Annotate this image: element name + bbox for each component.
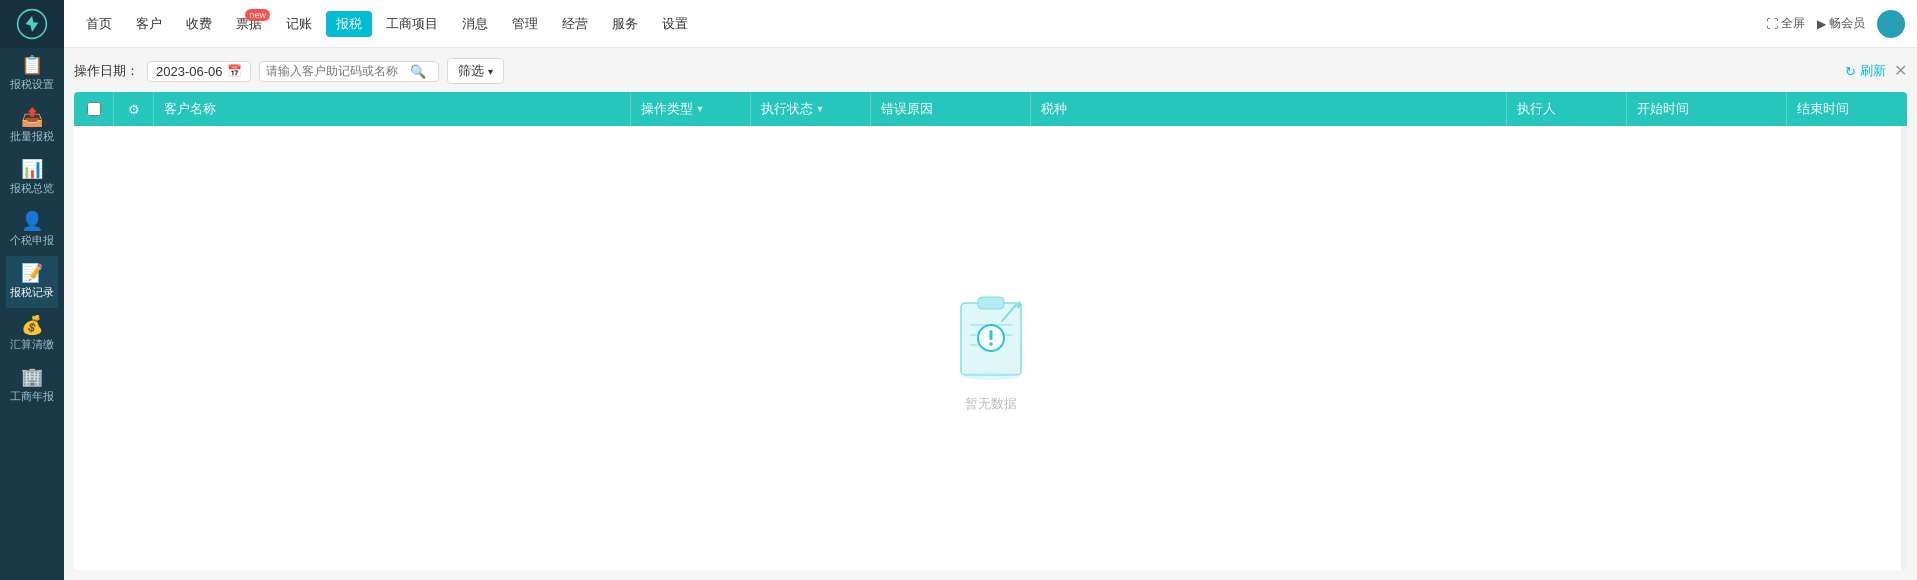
svg-rect-8: [989, 330, 992, 340]
sidebar-label-huisuan-jiaona: 汇算清缴: [10, 337, 54, 352]
main-area: 首页客户收费票据new记账报税工商项目消息管理经营服务设置 ⛶ 全屏 ▶ 畅会员…: [64, 0, 1917, 580]
top-navigation: 首页客户收费票据new记账报税工商项目消息管理经营服务设置 ⛶ 全屏 ▶ 畅会员: [64, 0, 1917, 48]
nav-item-shezhi[interactable]: 设置: [652, 11, 698, 37]
sidebar: 📋 报税设置 📤 批量报税 📊 报税总览 👤 个税申报 📝 报税记录 💰 汇算清缴 🏢 工商年报: [0, 0, 64, 580]
sidebar-icon-gesui-shenbao: 👤: [21, 212, 43, 230]
sidebar-label-baoshui-jilu: 报税记录: [10, 285, 54, 300]
sidebar-label-baoshui-shezhi: 报税设置: [10, 77, 54, 92]
refresh-icon: ↻: [1845, 64, 1856, 79]
member-icon: ▶: [1817, 17, 1826, 31]
empty-text: 暂无数据: [965, 395, 1017, 413]
member-label: 畅会员: [1829, 15, 1865, 32]
sidebar-item-huisuan-jiaona[interactable]: 💰 汇算清缴: [6, 308, 58, 360]
data-table: ⚙ 客户名称 操作类型 ▼ 执行状态 ▼ 错误原因 税种: [74, 92, 1907, 570]
nav-item-xiaoxi[interactable]: 消息: [452, 11, 498, 37]
sidebar-label-baoshui-zonglun: 报税总览: [10, 181, 54, 196]
nav-item-fuwu[interactable]: 服务: [602, 11, 648, 37]
content-area: 操作日期： 2023-06-06 📅 🔍 筛选 ▾ ↻ 刷新 ✕: [64, 48, 1917, 580]
sidebar-item-baoshui-shezhi[interactable]: 📋 报税设置: [6, 48, 58, 100]
th-caozuo-leixing[interactable]: 操作类型 ▼: [631, 92, 751, 126]
sidebar-item-gongshang-nianbao[interactable]: 🏢 工商年报: [6, 360, 58, 412]
search-input[interactable]: [266, 64, 406, 78]
nav-item-kehu[interactable]: 客户: [126, 11, 172, 37]
th-cuowu-yuanyin: 错误原因: [871, 92, 1031, 126]
nav-item-gongshang-xiangmu[interactable]: 工商项目: [376, 11, 448, 37]
nav-item-shouye[interactable]: 首页: [76, 11, 122, 37]
user-avatar[interactable]: [1877, 10, 1905, 38]
svg-point-9: [989, 342, 993, 346]
nav-items: 首页客户收费票据new记账报税工商项目消息管理经营服务设置: [76, 11, 1766, 37]
logo[interactable]: [0, 0, 64, 48]
table-body: 暂无数据: [74, 126, 1907, 570]
svg-rect-2: [978, 297, 1004, 309]
svg-point-12: [963, 372, 1019, 380]
topnav-right: ⛶ 全屏 ▶ 畅会员: [1766, 10, 1905, 38]
sidebar-icon-baoshui-zonglun: 📊: [21, 160, 43, 178]
empty-state: 暂无数据: [946, 283, 1036, 413]
select-all-checkbox[interactable]: [87, 102, 101, 116]
date-value: 2023-06-06: [156, 64, 223, 79]
date-label: 操作日期：: [74, 62, 139, 80]
refresh-button[interactable]: ↻ 刷新: [1845, 62, 1886, 80]
table-header: ⚙ 客户名称 操作类型 ▼ 执行状态 ▼ 错误原因 税种: [74, 92, 1907, 126]
chevron-down-icon: ▾: [488, 66, 493, 77]
nav-item-guanli[interactable]: 管理: [502, 11, 548, 37]
sidebar-label-piliang-baoshui: 批量报税: [10, 129, 54, 144]
nav-item-jingying[interactable]: 经营: [552, 11, 598, 37]
sidebar-icon-huisuan-jiaona: 💰: [21, 316, 43, 334]
sidebar-label-gesui-shenbao: 个税申报: [10, 233, 54, 248]
sidebar-item-gesui-shenbao[interactable]: 👤 个税申报: [6, 204, 58, 256]
filter-button[interactable]: 筛选 ▾: [447, 58, 504, 84]
sort-icon: ▼: [696, 104, 705, 114]
sidebar-item-baoshui-zonglun[interactable]: 📊 报税总览: [6, 152, 58, 204]
th-gear[interactable]: ⚙: [114, 92, 154, 126]
empty-illustration: [946, 283, 1036, 383]
fullscreen-label: 全屏: [1781, 15, 1805, 32]
nav-item-shoufei[interactable]: 收费: [176, 11, 222, 37]
filter-label: 筛选: [458, 62, 484, 80]
sidebar-item-baoshui-jilu[interactable]: 📝 报税记录: [6, 256, 58, 308]
calendar-icon: 📅: [227, 64, 242, 78]
close-button[interactable]: ✕: [1894, 63, 1907, 79]
date-picker[interactable]: 2023-06-06 📅: [147, 61, 251, 82]
refresh-label: 刷新: [1860, 62, 1886, 80]
search-box: 🔍: [259, 61, 439, 82]
toolbar: 操作日期： 2023-06-06 📅 🔍 筛选 ▾ ↻ 刷新 ✕: [74, 58, 1907, 84]
fullscreen-icon: ⛶: [1766, 17, 1778, 31]
th-zhixingren: 执行人: [1507, 92, 1627, 126]
th-kaishi-shijian: 开始时间: [1627, 92, 1787, 126]
sidebar-icon-piliang-baoshui: 📤: [21, 108, 43, 126]
sidebar-label-gongshang-nianbao: 工商年报: [10, 389, 54, 404]
member-button[interactable]: ▶ 畅会员: [1817, 15, 1865, 32]
nav-item-piao[interactable]: 票据new: [226, 11, 272, 37]
scrollbar-track[interactable]: [1901, 126, 1907, 570]
sidebar-icon-baoshui-shezhi: 📋: [21, 56, 43, 74]
nav-item-baoshui[interactable]: 报税: [326, 11, 372, 37]
fullscreen-button[interactable]: ⛶ 全屏: [1766, 15, 1805, 32]
th-zhixing-zhuangtai[interactable]: 执行状态 ▼: [751, 92, 871, 126]
th-shuizhong: 税种: [1031, 92, 1508, 126]
gear-icon: ⚙: [128, 102, 140, 117]
sidebar-item-piliang-baoshui[interactable]: 📤 批量报税: [6, 100, 58, 152]
sort-icon: ▼: [816, 104, 825, 114]
th-kehu-mingcheng: 客户名称: [154, 92, 631, 126]
th-checkbox[interactable]: [74, 92, 114, 126]
search-icon: 🔍: [410, 64, 426, 79]
sidebar-icon-gongshang-nianbao: 🏢: [21, 368, 43, 386]
sidebar-icon-baoshui-jilu: 📝: [21, 264, 43, 282]
nav-item-jizhang[interactable]: 记账: [276, 11, 322, 37]
nav-badge-piao: new: [245, 9, 270, 22]
th-jieshu-shijian: 结束时间: [1787, 92, 1907, 126]
